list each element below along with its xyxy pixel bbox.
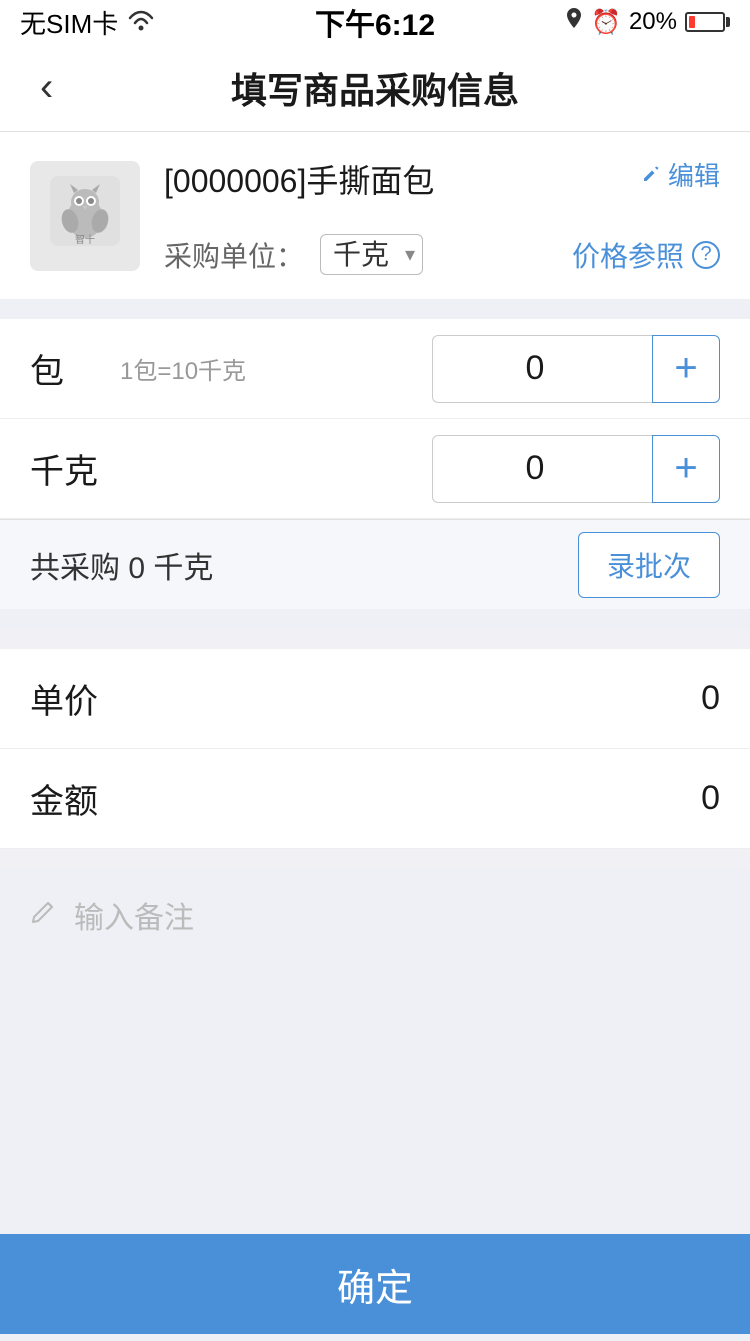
edit-button[interactable]: 编辑 — [642, 156, 720, 193]
price-section: 单价 0 金额 0 — [0, 649, 750, 849]
product-thumbnail: 智十 — [30, 161, 140, 271]
amount-row: 金额 0 — [0, 749, 750, 849]
svg-text:智十: 智十 — [75, 233, 95, 246]
back-button[interactable]: ‹ — [30, 55, 63, 120]
location-icon — [565, 8, 583, 37]
kg-input-row: 千克 + — [0, 419, 750, 519]
bao-sublabel: 1包=10千克 — [120, 351, 246, 386]
status-bar: 无SIM卡 下午6:12 ⏰ 20% — [0, 0, 750, 44]
product-name: [0000006]手撕面包 — [164, 156, 434, 202]
page-title: 填写商品采购信息 — [231, 62, 519, 114]
section-divider-2 — [0, 609, 750, 629]
price-ref-button[interactable]: 价格参照 ? — [572, 235, 720, 275]
unit-select[interactable]: 千克 — [320, 234, 423, 275]
kg-plus-button[interactable]: + — [652, 435, 720, 503]
status-left: 无SIM卡 — [20, 4, 156, 41]
bao-input-right: + — [432, 335, 720, 403]
summary-row: 共采购 0 千克 录批次 — [0, 519, 750, 609]
bao-label: 包 — [30, 344, 110, 393]
price-ref-question-icon: ? — [692, 241, 720, 269]
product-info: [0000006]手撕面包 编辑 采购单位： 千克 价格参照 ? — [164, 156, 720, 275]
kg-label: 千克 — [30, 444, 110, 493]
carrier-text: 无SIM卡 — [20, 4, 118, 41]
kg-quantity-input[interactable] — [432, 435, 652, 503]
unit-price-value: 0 — [701, 679, 720, 718]
notes-section[interactable]: 输入备注 — [0, 869, 750, 961]
unit-select-wrap[interactable]: 千克 — [320, 234, 423, 275]
product-card: 智十 [0000006]手撕面包 编辑 采购单位： 千克 价格参照 ? — [0, 132, 750, 299]
unit-price-row: 单价 0 — [0, 649, 750, 749]
bao-quantity-input[interactable] — [432, 335, 652, 403]
page-header: ‹ 填写商品采购信息 — [0, 44, 750, 132]
bao-plus-button[interactable]: + — [652, 335, 720, 403]
unit-price-label: 单价 — [30, 674, 98, 723]
product-logo: 智十 — [50, 176, 120, 255]
battery-icon — [685, 12, 730, 32]
summary-text: 共采购 0 千克 — [30, 543, 213, 587]
pencil-icon — [30, 897, 58, 933]
alarm-icon: ⏰ — [591, 8, 621, 37]
section-divider-1 — [0, 299, 750, 319]
amount-value: 0 — [701, 779, 720, 818]
bao-input-row: 包 1包=10千克 + — [0, 319, 750, 419]
kg-input-right: + — [432, 435, 720, 503]
price-ref-label: 价格参照 — [572, 235, 684, 275]
record-batch-button[interactable]: 录批次 — [578, 532, 720, 598]
unit-label: 采购单位： — [164, 235, 304, 275]
status-right: ⏰ 20% — [565, 8, 730, 37]
product-meta: 采购单位： 千克 价格参照 ? — [164, 234, 720, 275]
edit-label: 编辑 — [668, 156, 720, 193]
confirm-button[interactable]: 确定 — [0, 1234, 750, 1334]
wifi-icon — [126, 7, 156, 38]
notes-placeholder: 输入备注 — [74, 893, 194, 937]
status-time: 下午6:12 — [315, 0, 435, 44]
battery-percent: 20% — [629, 8, 677, 36]
amount-label: 金额 — [30, 774, 98, 823]
input-section: 包 1包=10千克 + 千克 + — [0, 319, 750, 519]
